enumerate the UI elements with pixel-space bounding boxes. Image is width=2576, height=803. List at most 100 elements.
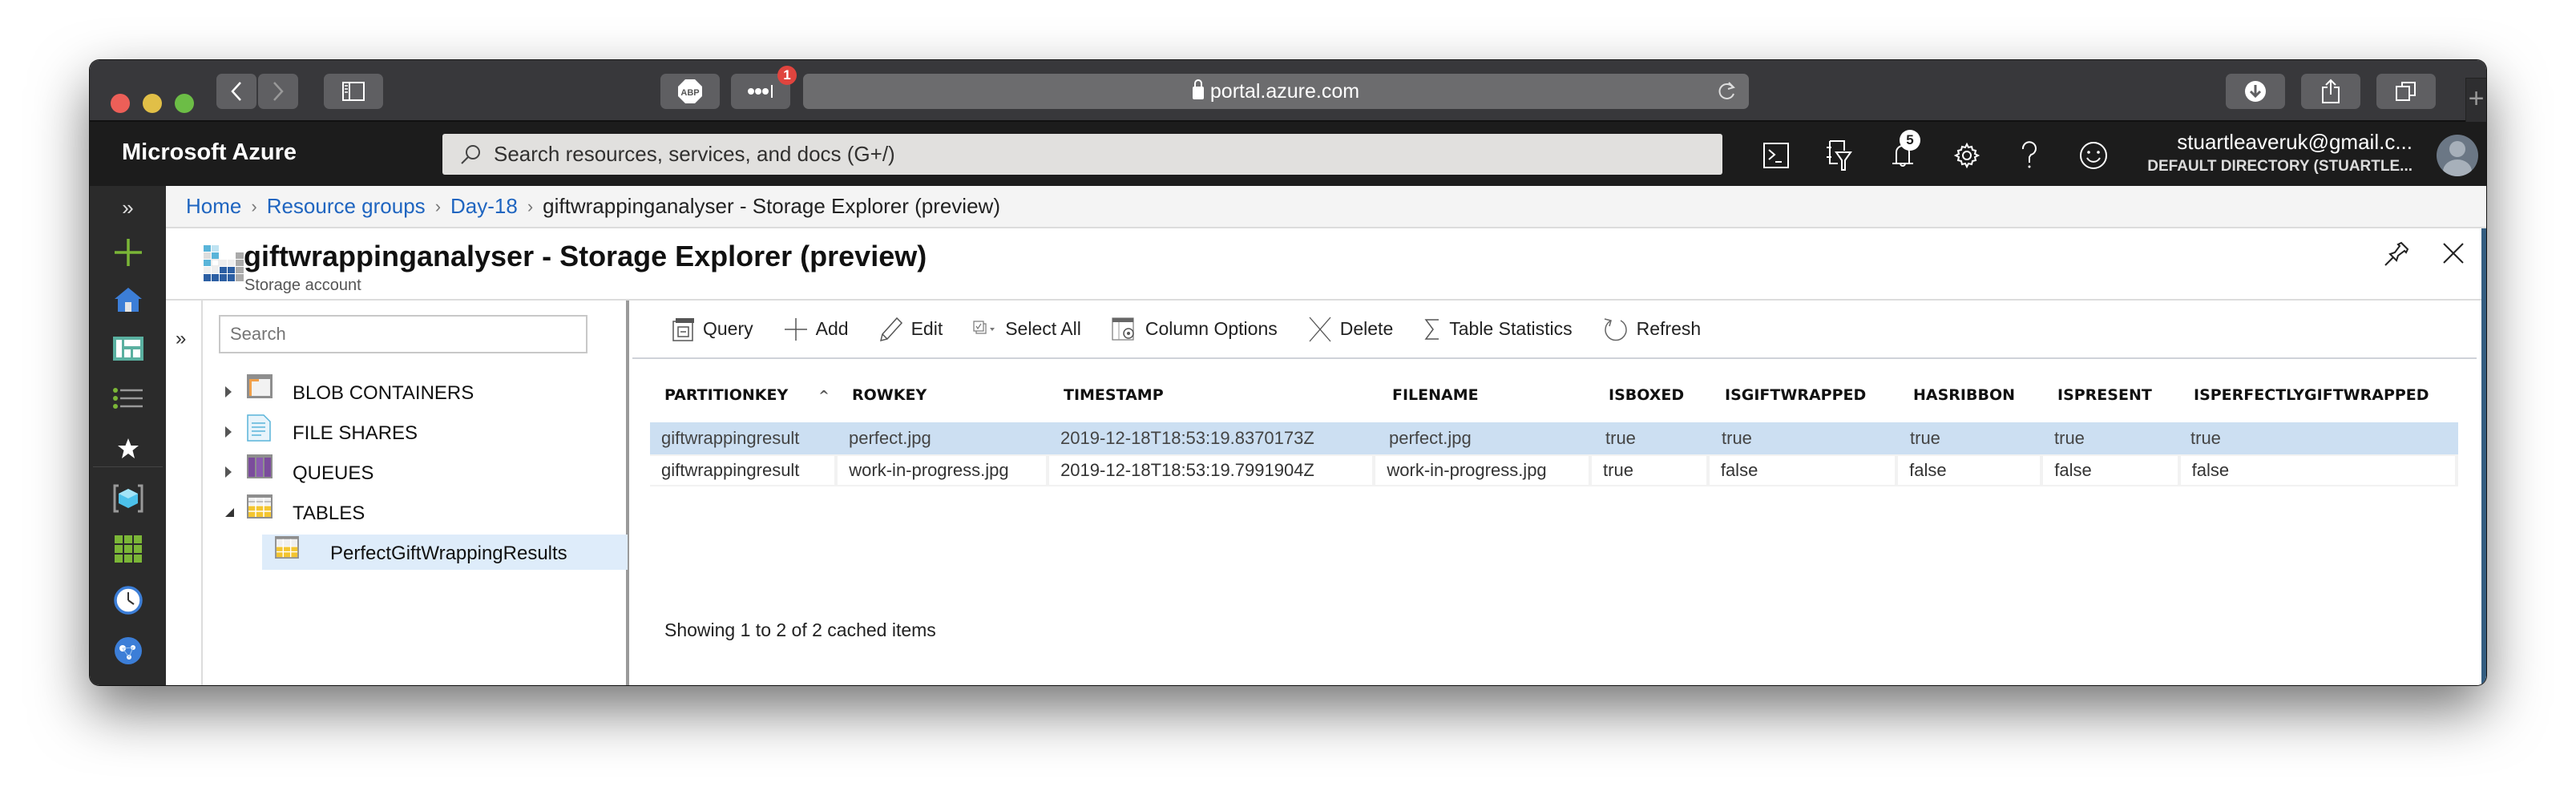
tree-expander[interactable]: » xyxy=(166,301,203,685)
azure-brand[interactable]: Microsoft Azure xyxy=(122,139,297,166)
directory-filter-icon xyxy=(1827,140,1852,171)
sidebar-item-create-resource[interactable] xyxy=(90,232,166,272)
sidebar-expand-button[interactable]: » xyxy=(90,188,166,228)
collapse-arrow-icon[interactable] xyxy=(225,507,234,517)
breadcrumb: Home › Resource groups › Day-18 › giftwr… xyxy=(166,186,2486,228)
cell-rowkey: work-in-progress.jpg xyxy=(838,456,1047,485)
settings-button[interactable] xyxy=(1949,138,1984,173)
breadcrumb-home[interactable]: Home xyxy=(186,194,241,219)
expand-arrow-icon[interactable] xyxy=(225,466,232,478)
delete-button[interactable]: Delete xyxy=(1308,317,1393,342)
password-extension-button[interactable]: 1 xyxy=(731,66,797,109)
tree-node-queues[interactable]: QUEUES xyxy=(203,454,628,490)
table-row[interactable]: giftwrappingresult perfect.jpg 2019-12-1… xyxy=(650,422,2458,454)
notifications-button[interactable]: 5 xyxy=(1885,130,1920,173)
global-search-input[interactable]: Search resources, services, and docs (G+… xyxy=(442,134,1722,175)
table-statistics-button[interactable]: Table Statistics xyxy=(1423,318,1573,341)
lock-icon xyxy=(1192,79,1204,99)
column-options-button[interactable]: Column Options xyxy=(1112,317,1278,341)
sidebar-icon xyxy=(342,82,365,101)
sidebar-item-all-resources[interactable] xyxy=(90,478,166,519)
edit-button[interactable]: Edit xyxy=(879,317,943,342)
page-title: giftwrappinganalyser - Storage Explorer … xyxy=(244,240,927,272)
pin-icon[interactable] xyxy=(2384,241,2409,267)
adblock-extension-button[interactable]: ABP xyxy=(660,74,720,109)
sidebar-toggle-button[interactable] xyxy=(324,74,383,109)
sigma-icon xyxy=(1424,318,1439,340)
column-header-filename[interactable]: FILENAME xyxy=(1378,386,1594,404)
select-all-icon xyxy=(973,320,995,334)
sidebar-item-app-services[interactable] xyxy=(90,631,166,671)
blade-edge xyxy=(2481,228,2486,685)
feedback-button[interactable] xyxy=(2076,138,2111,173)
sidebar-item-resource-groups[interactable] xyxy=(90,529,166,569)
breadcrumb-current: giftwrappinganalyser - Storage Explorer … xyxy=(543,194,1000,218)
forward-button[interactable] xyxy=(258,74,298,109)
address-bar[interactable]: portal.azure.com xyxy=(803,74,1749,109)
sidebar-item-recent[interactable] xyxy=(90,580,166,620)
refresh-button[interactable]: Refresh xyxy=(1603,317,1701,342)
entities-table: PARTITIONKEY ^ ROWKEY TIMESTAMP FILENAME… xyxy=(650,373,2458,486)
reload-icon[interactable] xyxy=(1717,80,1738,103)
avatar[interactable] xyxy=(2437,135,2478,176)
breadcrumb-day-18[interactable]: Day-18 xyxy=(450,194,518,219)
tree-search-input[interactable] xyxy=(219,315,587,353)
sidebar-item-all-services[interactable] xyxy=(90,378,166,418)
tree-node-selected-table[interactable]: PerfectGiftWrappingResults xyxy=(262,535,628,570)
url-text: portal.azure.com xyxy=(1209,79,1360,103)
chevron-left-icon xyxy=(231,82,241,101)
download-icon xyxy=(2245,81,2266,102)
sidebar-item-dashboard[interactable] xyxy=(90,329,166,369)
gear-icon xyxy=(1953,142,1980,169)
expand-arrow-icon[interactable] xyxy=(225,426,232,438)
column-header-timestamp[interactable]: TIMESTAMP xyxy=(1049,386,1378,404)
share-button[interactable] xyxy=(2301,74,2360,109)
expand-arrow-icon[interactable] xyxy=(225,386,232,397)
list-icon xyxy=(112,388,143,409)
column-options-icon xyxy=(1112,317,1134,341)
close-icon[interactable] xyxy=(2441,241,2465,265)
tab-overview-button[interactable] xyxy=(2376,74,2436,109)
sidebar-item-favorites[interactable] xyxy=(90,429,166,469)
column-header-isboxed[interactable]: ISBOXED xyxy=(1594,386,1710,404)
account-menu[interactable]: stuartleaveruk@gmail.c... DEFAULT DIRECT… xyxy=(2147,130,2412,176)
grid-icon xyxy=(114,535,142,563)
help-icon xyxy=(2021,141,2037,168)
query-label: Query xyxy=(703,318,753,339)
tree-node-file-shares[interactable]: FILE SHARES xyxy=(203,414,628,450)
add-button[interactable]: Add xyxy=(784,317,849,341)
minimize-window-button[interactable] xyxy=(143,94,162,113)
select-all-button[interactable]: Select All xyxy=(973,318,1081,340)
query-button[interactable]: Query xyxy=(672,317,753,341)
sidebar-item-home[interactable] xyxy=(90,280,166,320)
tree-node-tables[interactable]: TABLES xyxy=(203,494,628,530)
column-header-ispresent[interactable]: ISPRESENT xyxy=(2043,386,2179,404)
query-icon xyxy=(672,317,694,341)
maximize-window-button[interactable] xyxy=(175,94,194,113)
new-tab-button[interactable]: + xyxy=(2465,78,2486,122)
delete-label: Delete xyxy=(1339,318,1394,339)
add-label: Add xyxy=(815,318,849,339)
column-header-partitionkey[interactable]: PARTITIONKEY ^ xyxy=(650,386,838,404)
chevron-right-icon xyxy=(273,82,284,101)
azure-top-bar: Microsoft Azure Search resources, servic… xyxy=(90,122,2486,186)
help-button[interactable] xyxy=(2012,138,2047,173)
column-header-hasribbon[interactable]: HASRIBBON xyxy=(1899,386,2043,404)
directory-filter-button[interactable] xyxy=(1821,138,1856,173)
table-row[interactable]: giftwrappingresult work-in-progress.jpg … xyxy=(650,454,2458,486)
column-header-rowkey[interactable]: ROWKEY xyxy=(838,386,1049,404)
close-window-button[interactable] xyxy=(111,94,130,113)
column-header-isperfectlygiftwrapped[interactable]: ISPERFECTLYGIFTWRAPPED xyxy=(2179,386,2458,404)
cloud-shell-button[interactable] xyxy=(1758,138,1794,173)
back-button[interactable] xyxy=(216,74,256,109)
downloads-button[interactable] xyxy=(2226,74,2285,109)
pencil-icon xyxy=(879,317,902,341)
tree-node-label: TABLES xyxy=(293,502,365,524)
table-statistics-label: Table Statistics xyxy=(1449,318,1573,339)
storage-explorer-blade: giftwrappinganalyser - Storage Explorer … xyxy=(166,228,2486,685)
breadcrumb-resource-groups[interactable]: Resource groups xyxy=(267,194,426,219)
cell-isgiftwrapped: false xyxy=(1709,456,1896,485)
tree-node-blob-containers[interactable]: BLOB CONTAINERS xyxy=(203,374,628,410)
column-header-isgiftwrapped[interactable]: ISGIFTWRAPPED xyxy=(1710,386,1899,404)
table-icon xyxy=(247,494,273,519)
